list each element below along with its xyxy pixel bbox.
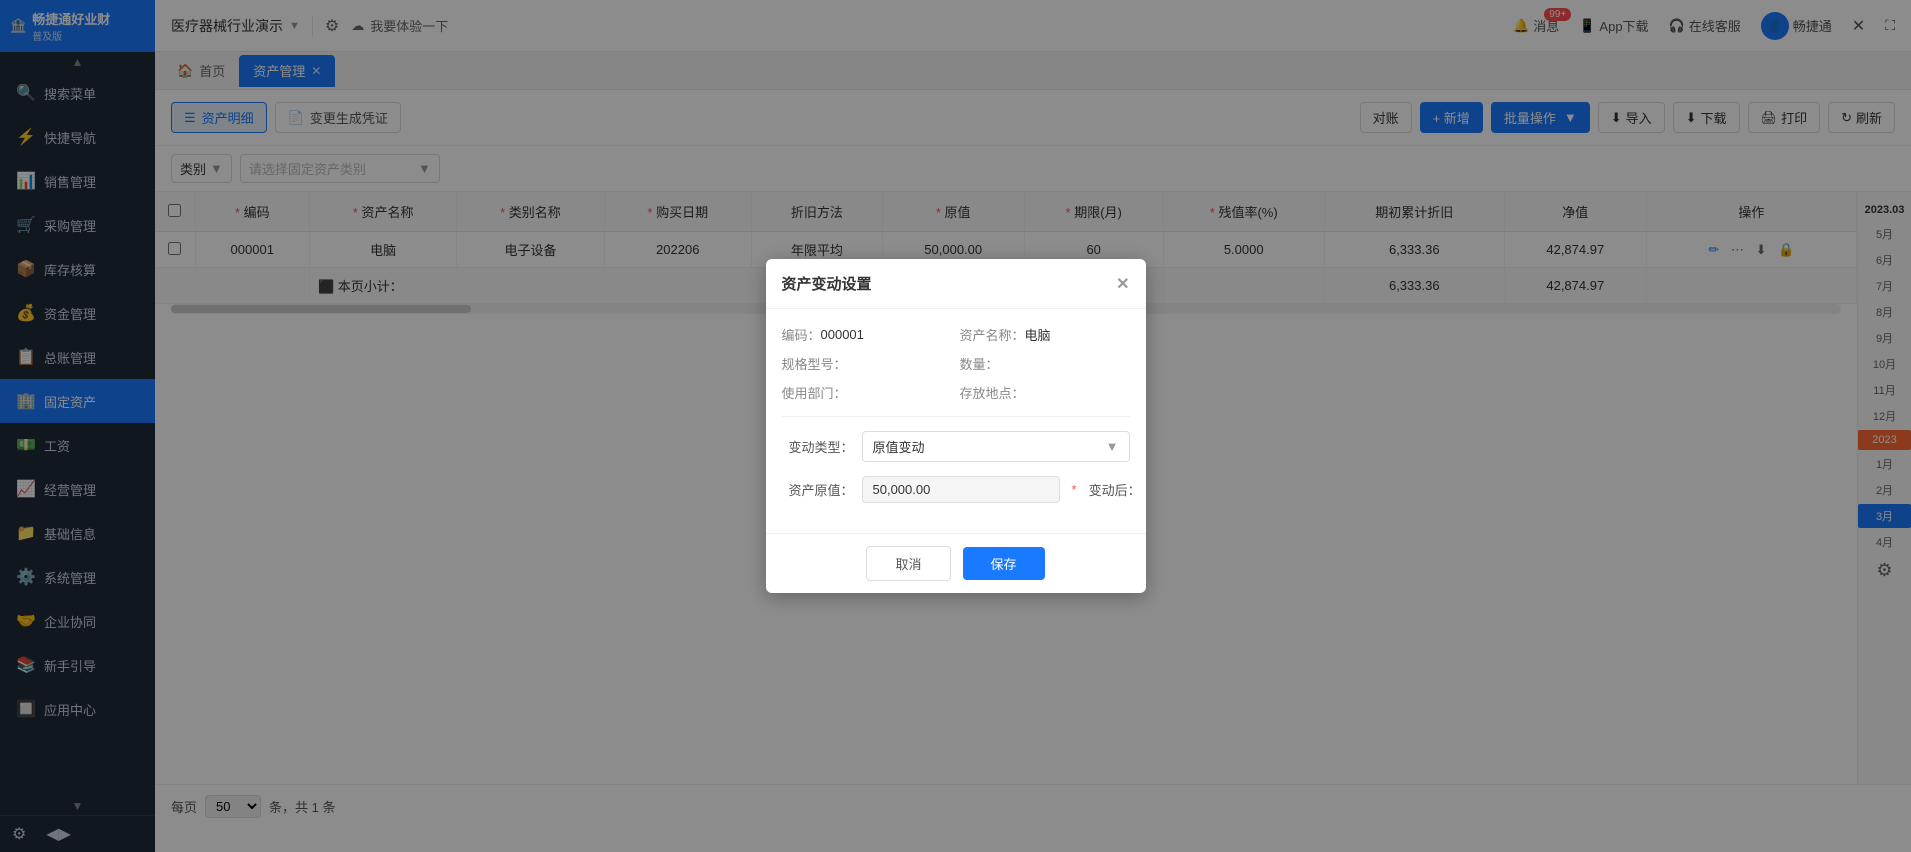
- dialog-cancel-btn[interactable]: 取消: [866, 546, 950, 581]
- asset-change-dialog: 资产变动设置 ✕ 编码： 000001 资产名称： 电脑 规格型号： 数: [766, 259, 1146, 593]
- dialog-code-item: 编码： 000001: [782, 325, 952, 344]
- change-type-select[interactable]: 原值变动 ▼: [862, 431, 1130, 462]
- dialog-location-item: 存放地点：: [960, 383, 1130, 402]
- chevron-down-icon: ▼: [1106, 439, 1119, 454]
- dialog-dept-item: 使用部门：: [782, 383, 952, 402]
- dialog-value-row: 资产原值： * 变动后：: [782, 476, 1130, 503]
- dialog-body: 编码： 000001 资产名称： 电脑 规格型号： 数量： 使用部门：: [766, 309, 1146, 533]
- dialog-header: 资产变动设置 ✕: [766, 259, 1146, 309]
- dialog-save-btn[interactable]: 保存: [963, 547, 1045, 580]
- dialog-info-grid: 编码： 000001 资产名称： 电脑 规格型号： 数量： 使用部门：: [782, 325, 1130, 417]
- dialog-quantity-item: 数量：: [960, 354, 1130, 373]
- after-label: 变动后：: [1089, 480, 1141, 499]
- original-value-input[interactable]: [862, 476, 1060, 503]
- dialog-footer: 取消 保存: [766, 533, 1146, 593]
- dialog-close-btn[interactable]: ✕: [1116, 274, 1129, 294]
- required-star: *: [1072, 482, 1077, 497]
- dialog-name-item: 资产名称： 电脑: [960, 325, 1130, 344]
- dialog-overlay: 资产变动设置 ✕ 编码： 000001 资产名称： 电脑 规格型号： 数: [0, 0, 1911, 852]
- dialog-title: 资产变动设置: [782, 273, 872, 294]
- dialog-spec-item: 规格型号：: [782, 354, 952, 373]
- dialog-change-type-row: 变动类型： 原值变动 ▼: [782, 431, 1130, 462]
